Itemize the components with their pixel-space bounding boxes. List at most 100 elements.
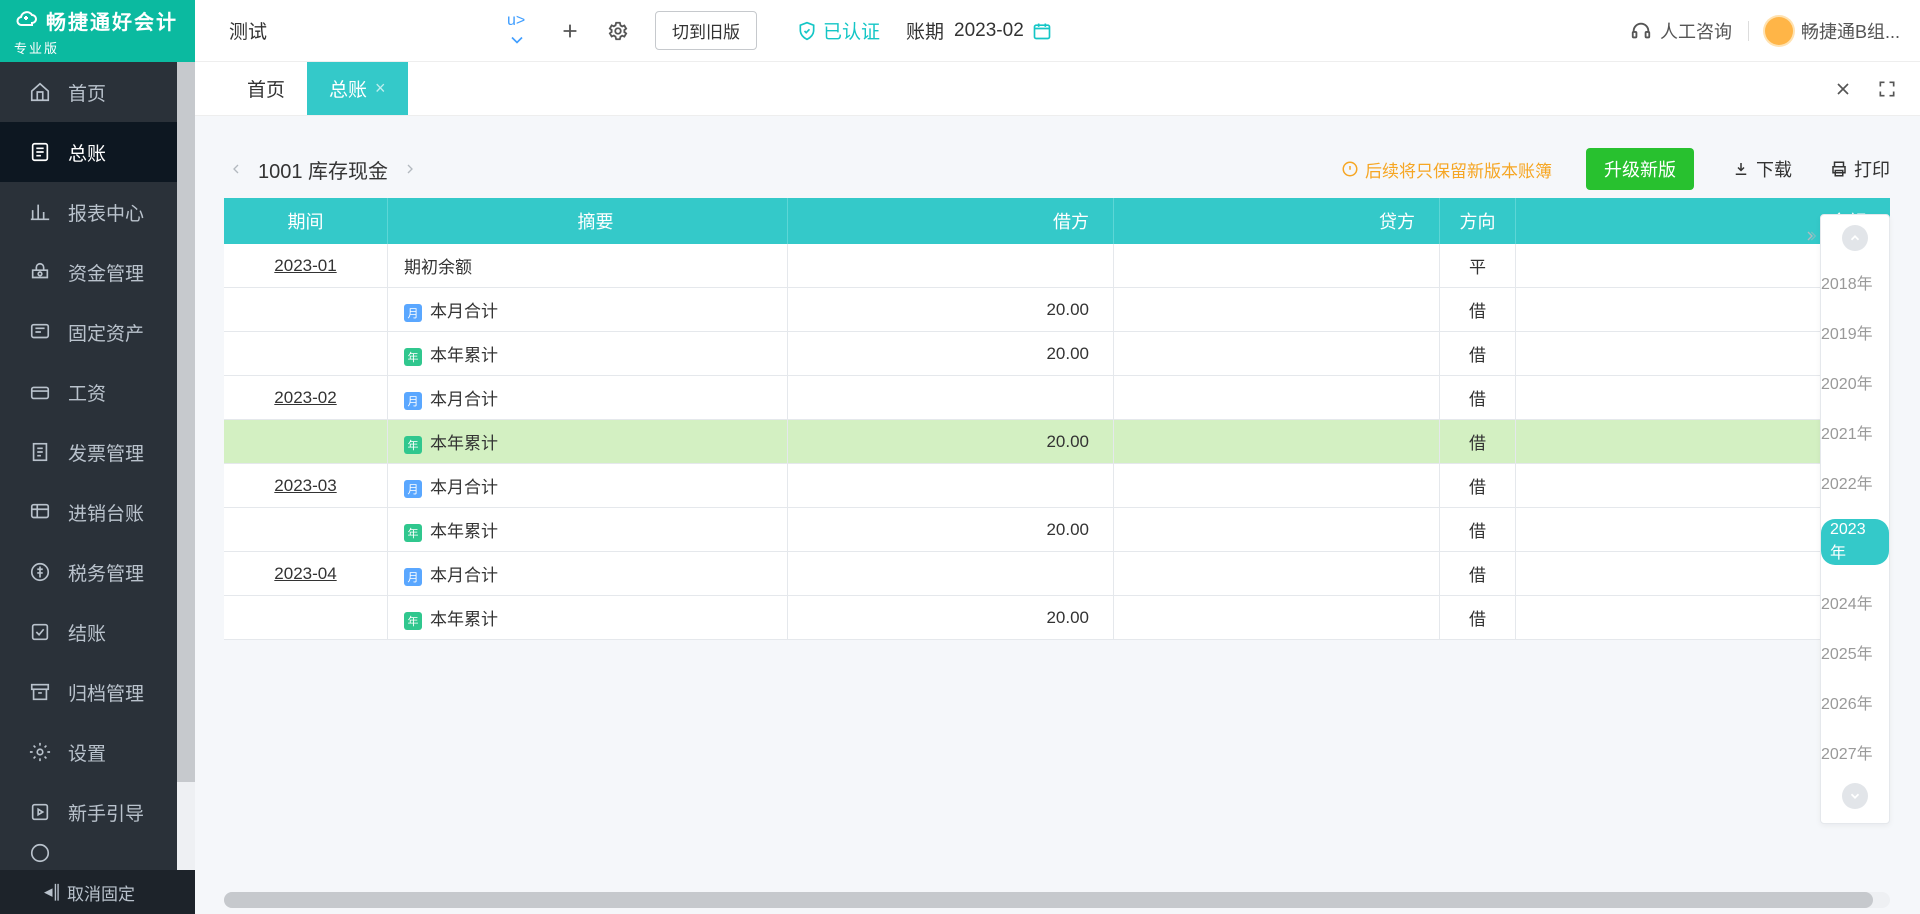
dir-cell: 借 [1440, 552, 1516, 596]
h-scrollbar[interactable] [224, 892, 1890, 908]
add-button[interactable] [555, 16, 585, 46]
topbar: 测试 u> 切到旧版 已认证 账期 2023-02 人工咨询 畅捷通B组... [195, 0, 1920, 62]
upgrade-button[interactable]: 升级新版 [1586, 148, 1694, 190]
print-icon [1830, 160, 1848, 178]
dir-cell: 借 [1440, 464, 1516, 508]
summary-text: 本月合计 [430, 390, 498, 409]
summary-text: 本年累计 [430, 522, 498, 541]
sidebar-item-home[interactable]: 首页 [0, 62, 195, 122]
period-link[interactable]: 2023-02 [274, 388, 336, 407]
consult-button[interactable]: 人工咨询 [1630, 18, 1732, 44]
ledger-table: 期间 摘要 借方 贷方 方向 余额 2023-01期初余额平月本月合计20.00… [224, 198, 1890, 640]
tab-label: 首页 [247, 75, 285, 102]
debit-cell: 20.00 [788, 420, 1114, 464]
account-title[interactable]: 1001 库存现金 [258, 155, 388, 184]
tab-close-icon[interactable]: × [375, 78, 386, 99]
summary-text: 本月合计 [430, 566, 498, 585]
guide-icon [28, 800, 52, 824]
sidebar-item-tax[interactable]: 税务管理 [0, 542, 195, 602]
download-button[interactable]: 下载 [1732, 156, 1792, 182]
year-item[interactable]: 2026年 [1821, 677, 1889, 727]
setting-icon [28, 740, 52, 764]
tab-0[interactable]: 首页 [225, 62, 307, 115]
debit-cell: 20.00 [788, 288, 1114, 332]
year-item[interactable]: 2019年 [1821, 307, 1889, 357]
prev-account-button[interactable] [224, 157, 248, 181]
period-value[interactable]: 2023-02 [954, 20, 1024, 42]
debit-cell [788, 376, 1114, 420]
sidebar-item-more[interactable] [0, 842, 195, 864]
sidebar-scrollbar[interactable] [177, 62, 195, 872]
year-total-icon: 年 [404, 436, 422, 454]
asset-icon [28, 320, 52, 344]
fullscreen-icon[interactable] [1874, 76, 1900, 102]
summary-text: 期初余额 [404, 258, 472, 277]
table-row: 2023-02月本月合计借20.00 [224, 376, 1890, 420]
summary-text: 本年累计 [430, 610, 498, 629]
period-link[interactable]: 2023-01 [274, 256, 336, 275]
year-item[interactable]: 2023年 [1821, 519, 1889, 565]
summary-text: 本年累计 [430, 346, 498, 365]
year-item[interactable]: 2020年 [1821, 357, 1889, 407]
tax-icon [28, 560, 52, 584]
sidebar-item-salary[interactable]: 工资 [0, 362, 195, 422]
year-down-button[interactable] [1842, 783, 1868, 809]
settings-icon[interactable] [603, 16, 633, 46]
dir-cell: 借 [1440, 288, 1516, 332]
chevron-down-icon: u> [507, 12, 527, 50]
year-item[interactable]: 2022年 [1821, 457, 1889, 507]
company-select[interactable]: 测试 u> [229, 17, 537, 44]
user-menu[interactable]: 畅捷通B组... [1765, 17, 1900, 45]
cloud-icon [14, 8, 38, 32]
year-up-button[interactable] [1842, 225, 1868, 251]
tab-1[interactable]: 总账× [307, 62, 408, 115]
sidebar-item-ledger[interactable]: 总账 [0, 122, 195, 182]
year-item[interactable]: 2024年 [1821, 577, 1889, 627]
sidebar-pin-toggle[interactable]: ◂∥ 取消固定 [0, 870, 195, 914]
brand-sub: 专业版 [14, 38, 181, 57]
year-item[interactable]: 2025年 [1821, 627, 1889, 677]
th-dir: 方向 [1440, 198, 1516, 244]
info-icon [1341, 160, 1359, 178]
year-item[interactable]: 2018年 [1821, 257, 1889, 307]
year-strip: 2018年2019年2020年2021年2022年 2023年 2024年2025年… [1820, 214, 1890, 824]
debit-cell: 20.00 [788, 596, 1114, 640]
sidebar-item-close[interactable]: 结账 [0, 602, 195, 662]
collapse-year-strip-icon[interactable] [1800, 218, 1820, 254]
separator [1748, 21, 1749, 41]
next-account-button[interactable] [398, 157, 422, 181]
tabs: 首页总账× [195, 62, 1920, 116]
dir-cell: 借 [1440, 420, 1516, 464]
archive-icon [28, 680, 52, 704]
year-total-icon: 年 [404, 348, 422, 366]
year-item[interactable]: 2021年 [1821, 407, 1889, 457]
sidebar-item-label: 首页 [68, 79, 106, 106]
year-item[interactable]: 2027年 [1821, 727, 1889, 777]
sidebar-item-label: 设置 [68, 739, 106, 766]
close-tab-icon[interactable] [1830, 76, 1856, 102]
year-total-icon: 年 [404, 612, 422, 630]
period-link[interactable]: 2023-03 [274, 476, 336, 495]
sidebar-item-stock[interactable]: 进销台账 [0, 482, 195, 542]
sidebar-item-chart[interactable]: 报表中心 [0, 182, 195, 242]
sidebar-item-label: 固定资产 [68, 319, 144, 346]
sidebar-item-fund[interactable]: 资金管理 [0, 242, 195, 302]
calendar-icon[interactable] [1032, 21, 1052, 41]
dir-cell: 借 [1440, 332, 1516, 376]
th-credit: 贷方 [1114, 198, 1440, 244]
switch-old-button[interactable]: 切到旧版 [655, 11, 757, 50]
debit-cell [788, 552, 1114, 596]
period-link[interactable]: 2023-04 [274, 564, 336, 583]
sidebar-item-guide[interactable]: 新手引导 [0, 782, 195, 842]
sidebar-item-asset[interactable]: 固定资产 [0, 302, 195, 362]
credit-cell [1114, 288, 1440, 332]
table-row: 年本年累计20.00借20.00 [224, 596, 1890, 640]
sidebar-item-invoice[interactable]: 发票管理 [0, 422, 195, 482]
sidebar-item-setting[interactable]: 设置 [0, 722, 195, 782]
pin-label: 取消固定 [67, 880, 135, 905]
sidebar-item-archive[interactable]: 归档管理 [0, 662, 195, 722]
headset-icon [1630, 20, 1652, 42]
print-button[interactable]: 打印 [1830, 156, 1890, 182]
stock-icon [28, 500, 52, 524]
verified-badge: 已认证 [797, 17, 880, 44]
